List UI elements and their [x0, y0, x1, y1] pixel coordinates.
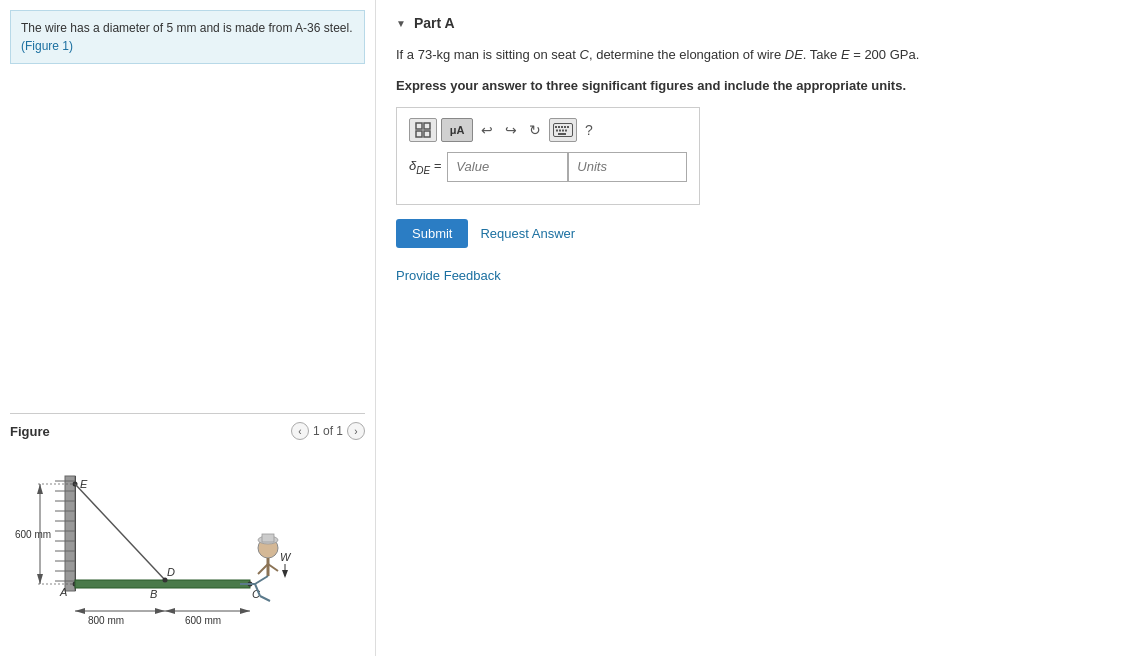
figure-link[interactable]: (Figure 1) — [21, 39, 73, 53]
figure-container: E A B C D — [10, 446, 350, 646]
svg-rect-52 — [424, 123, 430, 129]
svg-rect-65 — [558, 133, 566, 135]
toolbar: μA ↩ ↪ ↻ — [409, 118, 687, 142]
redo-icon[interactable]: ↪ — [501, 120, 521, 140]
refresh-icon[interactable]: ↻ — [525, 120, 545, 140]
submit-row: Submit Request Answer — [396, 219, 1127, 248]
svg-rect-62 — [559, 129, 561, 131]
input-row: δDE = — [409, 152, 687, 182]
svg-rect-63 — [562, 129, 564, 131]
undo-icon[interactable]: ↩ — [477, 120, 497, 140]
svg-rect-57 — [558, 126, 560, 128]
svg-rect-64 — [565, 129, 567, 131]
svg-marker-35 — [165, 608, 175, 614]
right-panel: ▼ Part A If a 73-kg man is sitting on se… — [375, 0, 1147, 656]
svg-text:600 mm: 600 mm — [15, 529, 51, 540]
feedback-section: Provide Feedback — [396, 268, 1127, 283]
problem-text: The wire has a diameter of 5 mm and is m… — [21, 21, 352, 35]
problem-statement: The wire has a diameter of 5 mm and is m… — [10, 10, 365, 64]
left-panel: The wire has a diameter of 5 mm and is m… — [0, 0, 375, 656]
figure-next-button[interactable]: › — [347, 422, 365, 440]
submit-button[interactable]: Submit — [396, 219, 468, 248]
instruction-text: Express your answer to three significant… — [396, 78, 1127, 93]
figure-header: Figure ‹ 1 of 1 › — [10, 422, 365, 440]
svg-rect-1 — [65, 476, 75, 591]
provide-feedback-link[interactable]: Provide Feedback — [396, 268, 501, 283]
grid-icon — [415, 122, 431, 138]
figure-nav-text: 1 of 1 — [313, 424, 343, 438]
svg-text:D: D — [167, 566, 175, 578]
svg-rect-60 — [567, 126, 569, 128]
figure-section: Figure ‹ 1 of 1 › — [10, 413, 365, 646]
units-input[interactable] — [567, 152, 687, 182]
mu-a-button[interactable]: μA — [441, 118, 473, 142]
svg-rect-59 — [564, 126, 566, 128]
svg-marker-29 — [37, 574, 43, 584]
svg-text:600 mm: 600 mm — [185, 615, 221, 626]
svg-text:E: E — [80, 478, 88, 490]
figure-nav: ‹ 1 of 1 › — [291, 422, 365, 440]
figure-svg: E A B C D — [10, 446, 350, 646]
figure-title: Figure — [10, 424, 50, 439]
svg-text:W: W — [280, 551, 292, 563]
svg-text:A: A — [59, 586, 67, 598]
svg-rect-17 — [75, 580, 250, 588]
part-title: Part A — [414, 15, 455, 31]
keyboard-icon-button[interactable] — [549, 118, 577, 142]
svg-marker-32 — [155, 608, 165, 614]
keyboard-icon — [553, 123, 573, 137]
svg-text:B: B — [150, 588, 157, 600]
svg-marker-31 — [75, 608, 85, 614]
svg-rect-58 — [561, 126, 563, 128]
question-text: If a 73-kg man is sitting on seat C, det… — [396, 45, 1127, 66]
svg-point-22 — [163, 578, 168, 583]
help-icon[interactable]: ? — [581, 120, 597, 140]
svg-rect-56 — [555, 126, 557, 128]
svg-text:800 mm: 800 mm — [88, 615, 124, 626]
value-input[interactable] — [447, 152, 567, 182]
figure-prev-button[interactable]: ‹ — [291, 422, 309, 440]
svg-rect-53 — [416, 131, 422, 137]
svg-rect-40 — [262, 534, 274, 542]
answer-box: μA ↩ ↪ ↻ — [396, 107, 700, 205]
svg-marker-36 — [240, 608, 250, 614]
svg-rect-51 — [416, 123, 422, 129]
grid-icon-button[interactable] — [409, 118, 437, 142]
part-header: ▼ Part A — [396, 15, 1127, 31]
collapse-icon[interactable]: ▼ — [396, 18, 406, 29]
svg-marker-50 — [282, 570, 288, 578]
svg-rect-61 — [556, 129, 558, 131]
svg-line-21 — [75, 484, 165, 580]
svg-marker-28 — [37, 484, 43, 494]
svg-line-44 — [255, 576, 268, 584]
svg-rect-54 — [424, 131, 430, 137]
request-answer-link[interactable]: Request Answer — [480, 226, 575, 241]
svg-line-47 — [260, 596, 270, 601]
input-label: δDE = — [409, 158, 441, 176]
